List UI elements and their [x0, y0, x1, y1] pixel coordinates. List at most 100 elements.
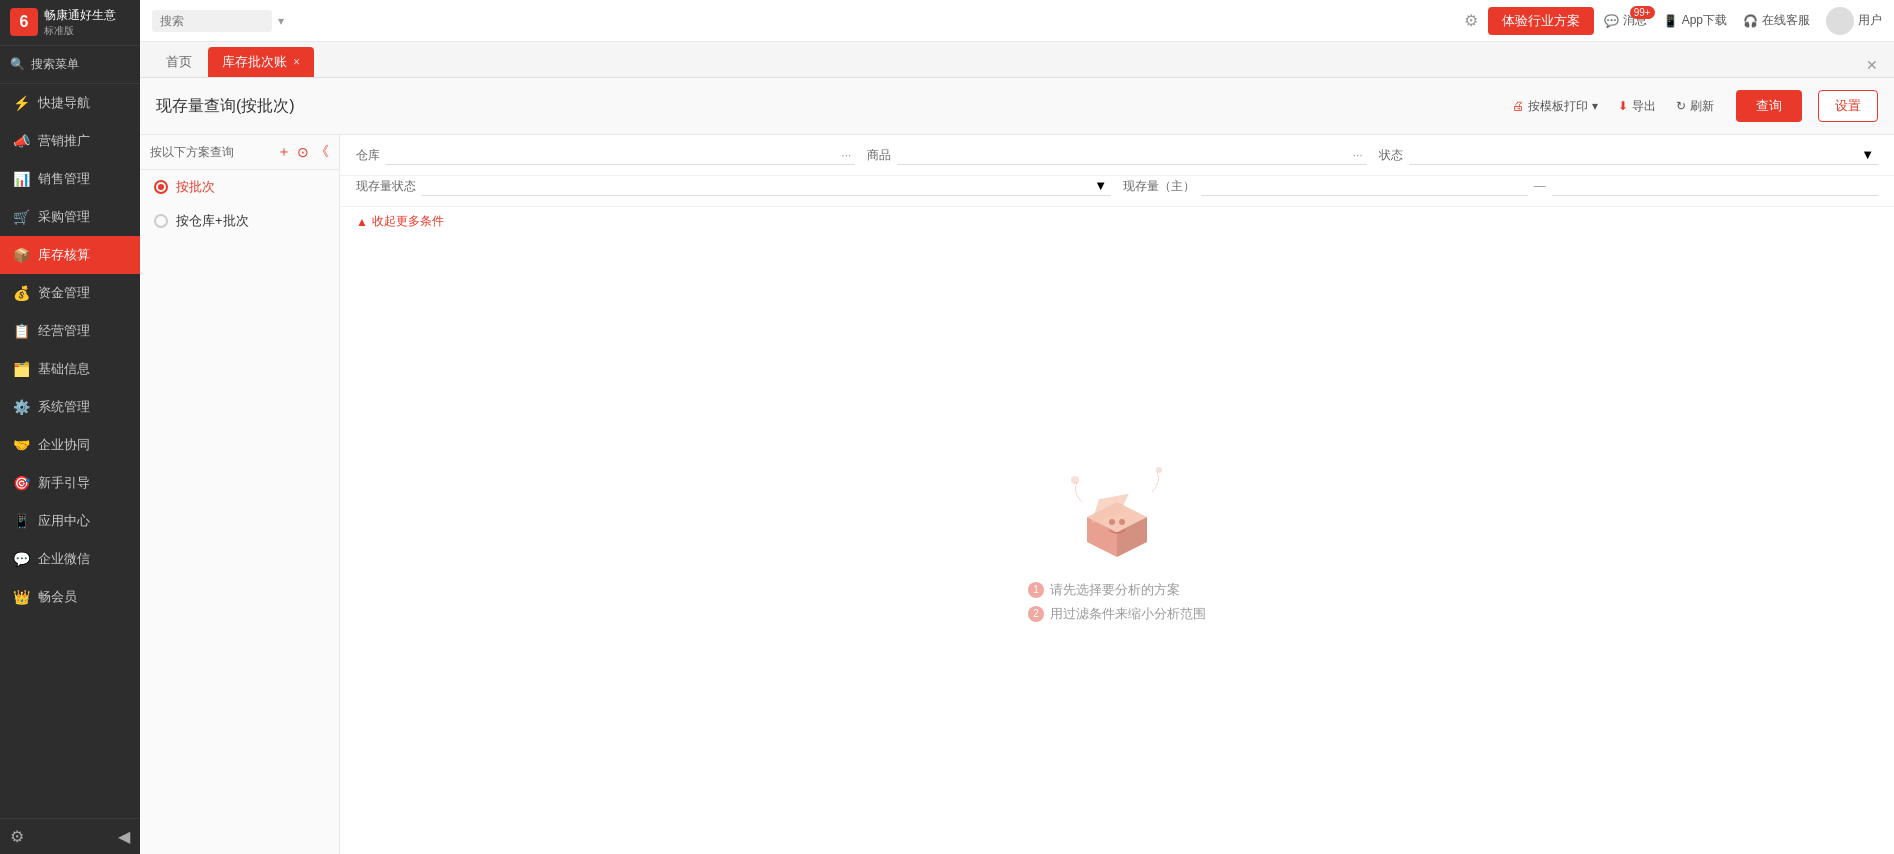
member-icon: 👑: [12, 588, 30, 606]
tab-close-icon[interactable]: ×: [293, 55, 300, 69]
left-panel-actions: ＋ ⊙ 《: [277, 143, 329, 161]
sidebar-item-enterprise-coop[interactable]: 🤝 企业协同: [0, 426, 140, 464]
tab-bar: 首页 库存批次账 × ✕: [140, 42, 1894, 78]
collapse-more-conditions-button[interactable]: ▲ 收起更多条件: [356, 213, 444, 230]
filter-row-2: 现存量状态 ▼ 现存量（主） —: [340, 176, 1894, 207]
filter-grid-1: 仓库 ··· 商品 ···: [356, 145, 1878, 165]
sidebar-item-system[interactable]: ⚙️ 系统管理: [0, 388, 140, 426]
current-qty-min-input[interactable]: [1205, 179, 1524, 193]
sidebar-item-app-center[interactable]: 📱 应用中心: [0, 502, 140, 540]
inventory-icon: 📦: [12, 246, 30, 264]
page-header: 现存量查询(按批次) 🖨 按模板打印 ▾ ⬇ 导出 ↻ 刷新 查询 设置: [140, 78, 1894, 135]
operation-icon: 📋: [12, 322, 30, 340]
warehouse-filter-cell: 仓库 ···: [356, 146, 855, 165]
empty-area: 1 请先选择要分析的方案 2 用过滤条件来缩小分析范围: [340, 236, 1894, 854]
guide-icon: 🎯: [12, 474, 30, 492]
sidebar-item-sales[interactable]: 📊 销售管理: [0, 160, 140, 198]
export-button[interactable]: ⬇ 导出: [1612, 94, 1662, 119]
breadcrumb: ▾: [152, 10, 1454, 32]
enterprise-coop-icon: 🤝: [12, 436, 30, 454]
filter-grid-2: 现存量状态 ▼ 现存量（主） —: [356, 176, 1878, 196]
search-menu-button[interactable]: 🔍 搜索菜单: [10, 52, 130, 77]
footer-settings-button[interactable]: ⚙: [10, 827, 24, 846]
empty-tip-2: 2 用过滤条件来缩小分析范围: [1028, 605, 1206, 623]
radio-by-batch: [154, 180, 168, 194]
refresh-button[interactable]: ↻ 刷新: [1670, 94, 1720, 119]
current-qty-max-input[interactable]: [1556, 179, 1875, 193]
inventory-status-chevron-icon: ▼: [1094, 178, 1107, 193]
query-button[interactable]: 查询: [1736, 90, 1802, 122]
scheme-by-warehouse-batch[interactable]: 按仓库+批次: [140, 204, 339, 238]
sidebar-item-finance[interactable]: 💰 资金管理: [0, 274, 140, 312]
left-panel-header: 按以下方案查询 ＋ ⊙ 《: [140, 135, 339, 170]
print-icon: 🖨: [1512, 99, 1524, 113]
sidebar-footer: ⚙ ◀: [0, 818, 140, 854]
topbar-gear-button[interactable]: ⚙: [1464, 11, 1478, 30]
empty-text-list: 1 请先选择要分析的方案 2 用过滤条件来缩小分析范围: [1028, 581, 1206, 629]
filter-content: 按以下方案查询 ＋ ⊙ 《 按批次 按仓库+批次: [140, 135, 1894, 854]
print-dropdown-icon: ▾: [1592, 99, 1598, 113]
current-qty-filter-cell: 现存量（主） —: [1123, 177, 1878, 196]
sidebar-item-inventory[interactable]: 📦 库存核算: [0, 236, 140, 274]
sidebar-item-operation[interactable]: 📋 经营管理: [0, 312, 140, 350]
messages-button[interactable]: 💬 消息 99+: [1604, 12, 1647, 29]
enterprise-wechat-icon: 💬: [12, 550, 30, 568]
collapse-panel-button[interactable]: 《: [315, 143, 329, 161]
scheme-settings-button[interactable]: ⊙: [297, 143, 309, 161]
user-avatar-area[interactable]: 用户: [1826, 7, 1882, 35]
sidebar-item-enterprise-wechat[interactable]: 💬 企业微信: [0, 540, 140, 578]
tab-bar-close-button[interactable]: ✕: [1862, 53, 1882, 77]
right-area: 仓库 ··· 商品 ···: [340, 135, 1894, 854]
goods-input[interactable]: [901, 148, 1352, 162]
app-center-icon: 📱: [12, 512, 30, 530]
sidebar-item-guide[interactable]: 🎯 新手引导: [0, 464, 140, 502]
scheme-by-batch[interactable]: 按批次: [140, 170, 339, 204]
sidebar-item-quick-nav[interactable]: ⚡ 快捷导航: [0, 84, 140, 122]
sidebar-item-member[interactable]: 👑 畅会员: [0, 578, 140, 616]
topbar: ▾ ⚙ 体验行业方案 💬 消息 99+ 📱 App下载 🎧 在线客服 用户: [140, 0, 1894, 42]
action-row: ▲ 收起更多条件: [340, 207, 1894, 236]
tab-home[interactable]: 首页: [152, 47, 206, 77]
filter-row-1: 仓库 ··· 商品 ···: [340, 135, 1894, 176]
warehouse-label: 仓库: [356, 147, 380, 164]
print-button[interactable]: 🖨 按模板打印 ▾: [1506, 94, 1604, 119]
sidebar-collapse-button[interactable]: ◀: [118, 827, 130, 846]
topbar-search-input[interactable]: [152, 10, 272, 32]
current-qty-dash: —: [1534, 179, 1546, 193]
export-icon: ⬇: [1618, 99, 1628, 113]
sidebar-header: 6 畅康通好生意 标准版: [0, 0, 140, 46]
tab-inventory-batch[interactable]: 库存批次账 ×: [208, 47, 314, 77]
refresh-icon: ↻: [1676, 99, 1686, 113]
inventory-status-select-wrap[interactable]: ▼: [422, 176, 1111, 196]
goods-more-icon[interactable]: ···: [1353, 148, 1363, 162]
sidebar-item-basic[interactable]: 🗂️ 基础信息: [0, 350, 140, 388]
trial-industry-button[interactable]: 体验行业方案: [1488, 7, 1594, 35]
warehouse-more-icon[interactable]: ···: [841, 148, 851, 162]
inventory-status-filter-cell: 现存量状态 ▼: [356, 176, 1111, 196]
warehouse-input-wrap: ···: [386, 146, 855, 165]
radio-by-warehouse-batch: [154, 214, 168, 228]
current-qty-min-wrap: [1201, 177, 1528, 196]
warehouse-input[interactable]: [390, 148, 841, 162]
inventory-status-label: 现存量状态: [356, 178, 416, 195]
status-select-wrap[interactable]: ▼: [1409, 145, 1878, 165]
phone-icon: 📱: [1663, 14, 1678, 28]
current-qty-max-wrap: [1552, 177, 1879, 196]
page-title: 现存量查询(按批次): [156, 96, 295, 117]
sidebar-nav: ⚡ 快捷导航 📣 营销推广 📊 销售管理 🛒 采购管理 📦 库存核算 💰 资金管…: [0, 84, 140, 818]
sidebar-item-marketing[interactable]: 📣 营销推广: [0, 122, 140, 160]
online-service-button[interactable]: 🎧 在线客服: [1743, 12, 1810, 29]
settings-button[interactable]: 设置: [1818, 90, 1878, 122]
system-icon: ⚙️: [12, 398, 30, 416]
goods-label: 商品: [867, 147, 891, 164]
page-header-actions: 🖨 按模板打印 ▾ ⬇ 导出 ↻ 刷新 查询 设置: [1506, 90, 1878, 122]
current-qty-label: 现存量（主）: [1123, 178, 1195, 195]
app-download-button[interactable]: 📱 App下载: [1663, 12, 1727, 29]
chevron-up-icon: ▲: [356, 215, 368, 229]
sidebar-item-purchase[interactable]: 🛒 采购管理: [0, 198, 140, 236]
search-icon: 🔍: [10, 57, 25, 71]
sidebar-search-area: 🔍 搜索菜单: [0, 46, 140, 84]
finance-icon: 💰: [12, 284, 30, 302]
svg-point-6: [1071, 476, 1079, 484]
add-scheme-button[interactable]: ＋: [277, 143, 291, 161]
